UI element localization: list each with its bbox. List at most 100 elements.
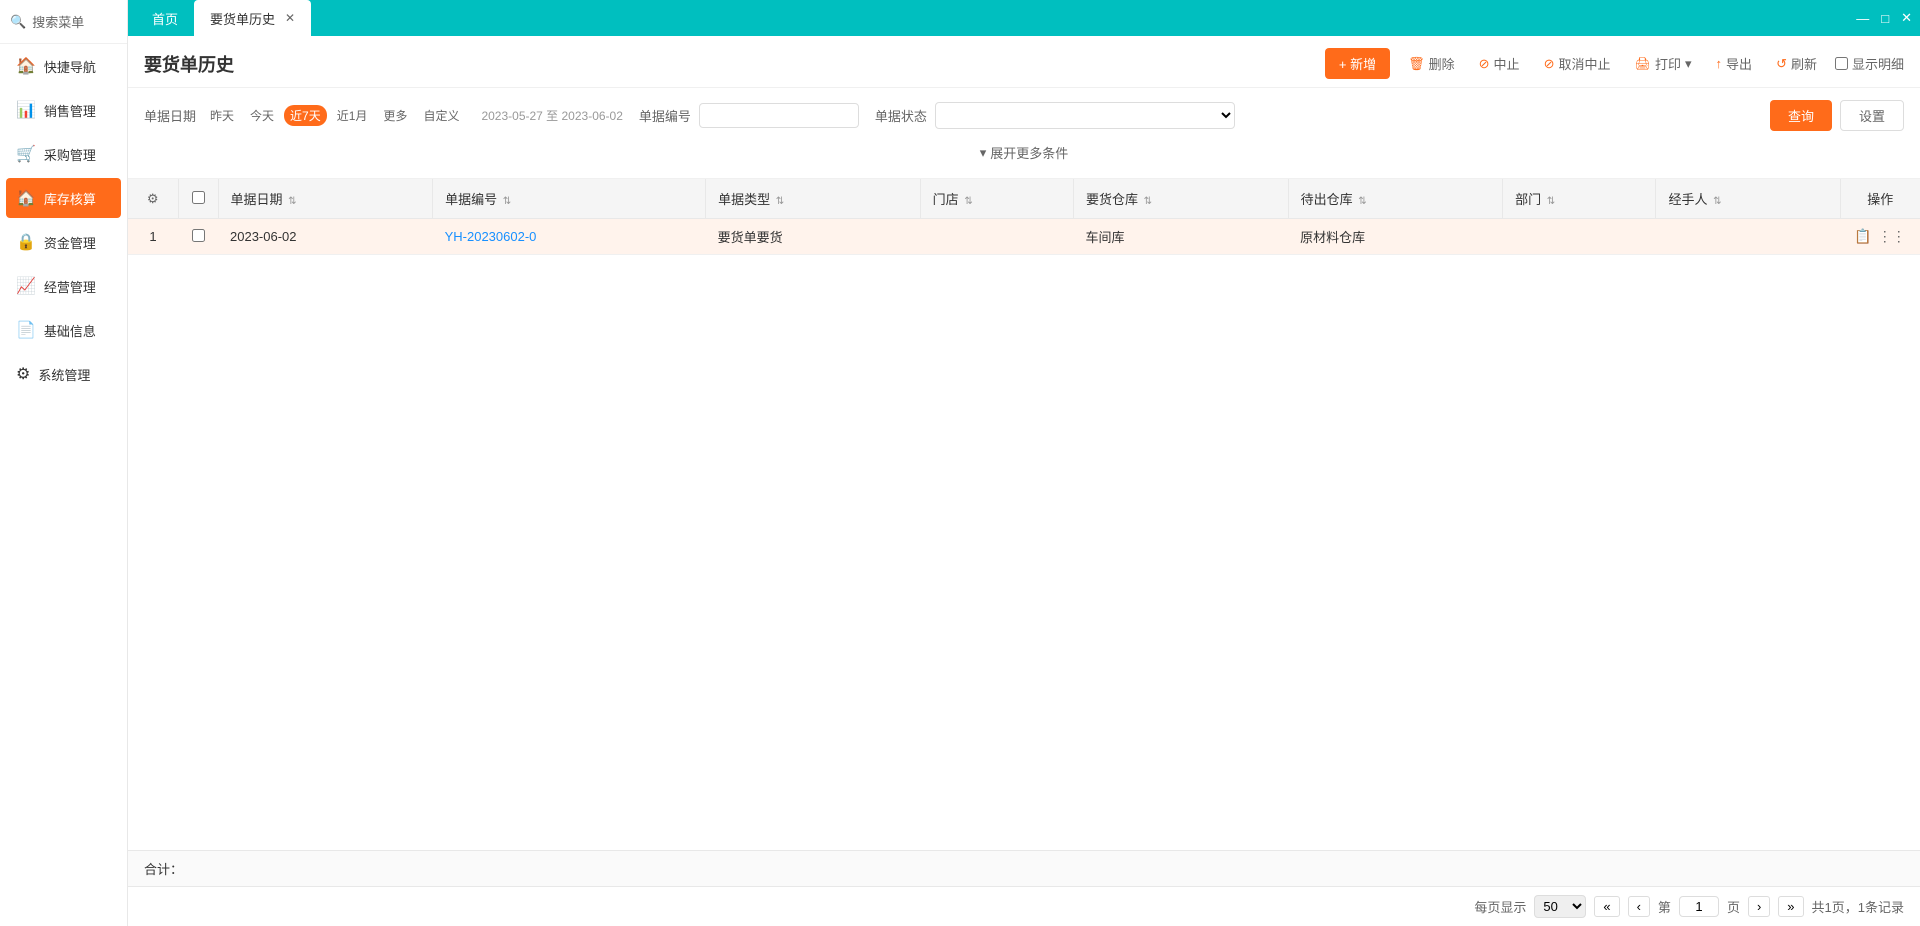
delete-button[interactable]: 🗑 删除: [1402, 50, 1461, 77]
col-dept-header: 部门 ⇅: [1503, 179, 1656, 219]
row-checkbox[interactable]: [192, 229, 205, 242]
col-date-sort-icon[interactable]: ⇅: [288, 196, 296, 207]
export-button[interactable]: ↑ 导出: [1710, 50, 1759, 77]
sidebar-item-operations[interactable]: 📈 经营管理: [0, 264, 127, 308]
page-label: 第: [1658, 897, 1671, 916]
col-pending-wh-label: 待出仓库: [1301, 192, 1353, 207]
last-page-btn[interactable]: »: [1778, 896, 1803, 917]
add-button[interactable]: + 新增: [1325, 48, 1390, 79]
gear-icon: ⚙: [16, 364, 30, 384]
per-page-label: 每页显示: [1474, 897, 1526, 916]
col-req-wh-sort-icon[interactable]: ⇅: [1144, 196, 1152, 207]
tab-home[interactable]: 首页: [136, 0, 194, 36]
sidebar-item-purchase[interactable]: 🛒 采购管理: [0, 132, 127, 176]
col-dept-sort-icon[interactable]: ⇅: [1547, 196, 1555, 207]
col-number-sort-icon[interactable]: ⇅: [503, 196, 511, 207]
shortcut-custom[interactable]: 自定义: [417, 105, 465, 126]
expand-label: 展开更多条件: [990, 143, 1068, 162]
col-pending-wh-header: 待出仓库 ⇅: [1288, 179, 1503, 219]
row-check: [178, 219, 218, 255]
sidebar-item-label: 经营管理: [44, 277, 96, 296]
search-icon: 🔍: [10, 14, 26, 30]
per-page-select[interactable]: 20 50 100 200: [1534, 895, 1586, 918]
close-btn[interactable]: ✕: [1901, 10, 1912, 26]
doc-number-filter-group: 单据编号: [639, 103, 859, 128]
date-filter-group: 单据日期 昨天 今天 近7天 近1月 更多 自定义 2023-05-27 至 2…: [144, 105, 623, 126]
col-handler-sort-icon[interactable]: ⇅: [1713, 196, 1721, 207]
filter-row-2: ▾ 展开更多条件: [144, 139, 1904, 166]
col-date-header: 单据日期 ⇅: [218, 179, 433, 219]
doc-number-input[interactable]: [699, 103, 859, 128]
lock-icon: 🔒: [16, 232, 36, 252]
row-type: 要货单要货: [706, 219, 921, 255]
status-filter-label: 单据状态: [875, 106, 927, 125]
col-store-header: 门店 ⇅: [920, 179, 1073, 219]
print-button[interactable]: 🖨 打印 ▾: [1628, 50, 1697, 77]
row-edit-icon[interactable]: 📋: [1854, 228, 1871, 245]
sidebar-item-label: 销售管理: [44, 101, 96, 120]
row-more-icon[interactable]: ⋮⋮: [1878, 228, 1906, 245]
sidebar-search-label: 搜索菜单: [32, 12, 84, 31]
tab-requisition-history[interactable]: 要货单历史 ✕: [194, 0, 311, 36]
shortcut-more[interactable]: 更多: [377, 105, 413, 126]
first-page-btn[interactable]: «: [1594, 896, 1619, 917]
toolbar: + 新增 🗑 删除 ⊘ 中止 ⊘ 取消中止 🖨 打印 ▾: [1325, 48, 1904, 79]
sidebar-item-system[interactable]: ⚙ 系统管理: [0, 352, 127, 396]
sidebar-item-label: 库存核算: [44, 189, 96, 208]
col-type-sort-icon[interactable]: ⇅: [776, 196, 784, 207]
col-date-label: 单据日期: [231, 192, 283, 207]
next-page-btn[interactable]: ›: [1748, 896, 1770, 917]
pagination-bar: 每页显示 20 50 100 200 « ‹ 第 页 › » 共1页，1条记录: [128, 886, 1920, 926]
row-handler: [1656, 219, 1840, 255]
sidebar-search[interactable]: 🔍 搜索菜单: [0, 0, 127, 44]
select-all-checkbox[interactable]: [192, 191, 205, 204]
maximize-btn[interactable]: □: [1881, 11, 1889, 26]
col-store-sort-icon[interactable]: ⇅: [964, 196, 972, 207]
minimize-btn[interactable]: —: [1856, 11, 1869, 26]
row-number-link[interactable]: YH-20230602-0: [445, 229, 537, 244]
sidebar-item-label: 资金管理: [44, 233, 96, 252]
table-gear-icon[interactable]: ⚙: [147, 191, 159, 206]
display-detail-check[interactable]: [1835, 57, 1848, 70]
tab-home-label: 首页: [152, 9, 178, 28]
page-number-input[interactable]: [1679, 896, 1719, 917]
sidebar-item-basic-info[interactable]: 📄 基础信息: [0, 308, 127, 352]
prev-page-btn[interactable]: ‹: [1628, 896, 1650, 917]
row-number: YH-20230602-0: [433, 219, 706, 255]
shortcut-today[interactable]: 今天: [244, 105, 280, 126]
row-pending-warehouse: 原材料仓库: [1288, 219, 1503, 255]
col-actions-header: 操作: [1840, 179, 1920, 219]
row-date: 2023-06-02: [218, 219, 433, 255]
delete-icon: 🗑: [1408, 56, 1425, 72]
shortcut-1month[interactable]: 近1月: [331, 105, 374, 126]
query-button[interactable]: 查询: [1770, 100, 1832, 131]
shortcut-7days[interactable]: 近7天: [284, 105, 327, 126]
col-pending-wh-sort-icon[interactable]: ⇅: [1358, 196, 1366, 207]
doc-icon: 📄: [16, 320, 36, 340]
stop-button[interactable]: ⊘ 中止: [1473, 50, 1526, 77]
sidebar-item-label: 基础信息: [44, 321, 96, 340]
date-range-display: 2023-05-27 至 2023-06-02: [481, 107, 622, 124]
shortcut-yesterday[interactable]: 昨天: [204, 105, 240, 126]
col-check-header: [178, 179, 218, 219]
col-gear: ⚙: [128, 179, 178, 219]
sidebar-item-quick-nav[interactable]: 🏠 快捷导航: [0, 44, 127, 88]
cancel-stop-button[interactable]: ⊘ 取消中止: [1538, 50, 1617, 77]
summary-bar: 合计：: [128, 850, 1920, 886]
expand-more-btn[interactable]: ▾ 展开更多条件: [972, 139, 1077, 166]
print-dropdown-icon: ▾: [1685, 56, 1692, 72]
tab-bar-right: — □ ✕: [1856, 10, 1912, 26]
chart-icon: 📊: [16, 100, 36, 120]
refresh-button[interactable]: ↺ 刷新: [1770, 50, 1823, 77]
sidebar-item-inventory[interactable]: 🏠 库存核算: [6, 178, 121, 218]
stop-icon: ⊘: [1479, 56, 1490, 72]
row-actions: 📋 ⋮⋮: [1840, 219, 1920, 255]
status-select[interactable]: [935, 102, 1235, 129]
sidebar-item-finance[interactable]: 🔒 资金管理: [0, 220, 127, 264]
sidebar-item-sales[interactable]: 📊 销售管理: [0, 88, 127, 132]
delete-label: 删除: [1429, 54, 1455, 73]
doc-number-label: 单据编号: [639, 106, 691, 125]
tab-close-icon[interactable]: ✕: [285, 11, 295, 25]
setting-button[interactable]: 设置: [1840, 100, 1904, 131]
display-detail-checkbox[interactable]: 显示明细: [1835, 54, 1904, 73]
